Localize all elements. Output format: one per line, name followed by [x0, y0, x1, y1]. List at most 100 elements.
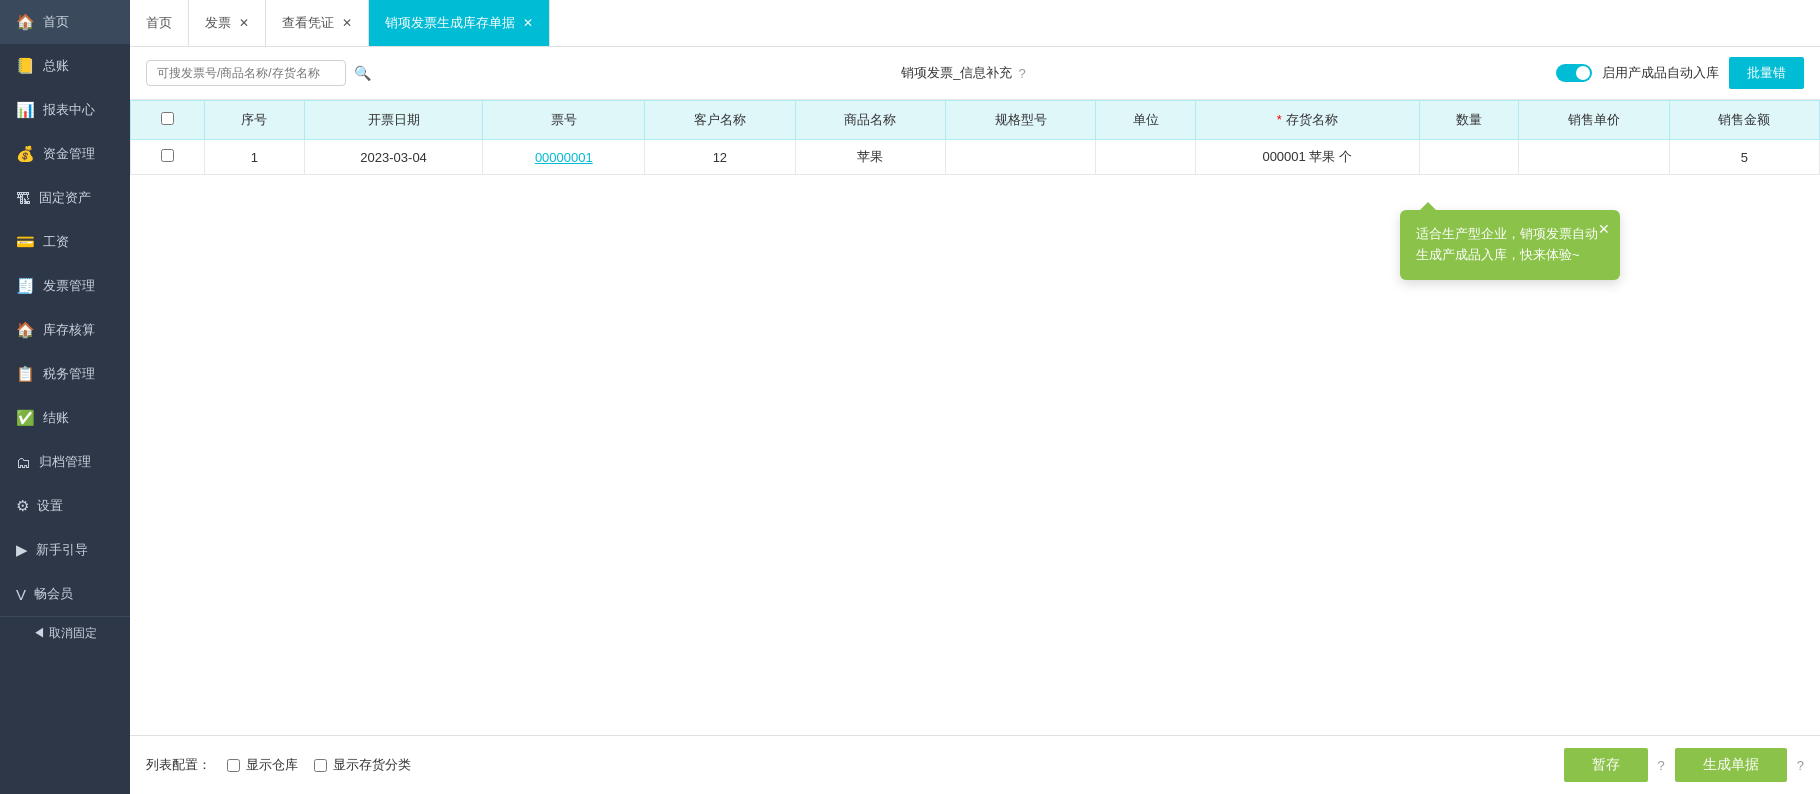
unfix-label: ◀: [33, 626, 45, 640]
sidebar-item-report[interactable]: 📊 报表中心: [0, 88, 130, 132]
row-seq: 1: [205, 140, 305, 175]
sidebar-item-invoice-mgmt[interactable]: 🧾 发票管理: [0, 264, 130, 308]
auto-warehouse-toggle[interactable]: [1556, 64, 1592, 82]
sidebar-item-label: 报表中心: [43, 101, 95, 119]
col-unit: 单位: [1096, 101, 1196, 140]
col-checkbox: [131, 101, 205, 140]
sidebar-item-settings[interactable]: ⚙ 设置: [0, 484, 130, 528]
show-warehouse-checkbox[interactable]: [227, 759, 240, 772]
filter-left: 🔍: [146, 60, 371, 86]
select-all-checkbox[interactable]: [161, 112, 174, 125]
col-spec: 规格型号: [945, 101, 1095, 140]
info-icon[interactable]: ?: [1019, 66, 1026, 81]
sidebar-item-label: 首页: [43, 13, 69, 31]
sidebar-item-inventory[interactable]: 🏠 库存核算: [0, 308, 130, 352]
col-customer: 客户名称: [645, 101, 795, 140]
sidebar-item-label: 总账: [43, 57, 69, 75]
fixed-assets-icon: 🏗: [16, 190, 31, 207]
filter-center-label: 销项发票_信息补充: [901, 64, 1012, 82]
search-input[interactable]: [146, 60, 346, 86]
sidebar-item-fund[interactable]: 💰 资金管理: [0, 132, 130, 176]
tab-voucher[interactable]: 查看凭证 ✕: [266, 0, 369, 46]
fund-icon: 💰: [16, 145, 35, 163]
tab-active[interactable]: 销项发票生成库存单据 ✕: [369, 0, 550, 46]
tab-invoice[interactable]: 发票 ✕: [189, 0, 266, 46]
content-area: 🔍 销项发票_信息补充 ? 启用产成品自动入库 批量错 ✕ 适合生产型企业，销项…: [130, 47, 1820, 794]
show-category-checkbox[interactable]: [314, 759, 327, 772]
filter-center: 销项发票_信息补充 ?: [901, 64, 1025, 82]
sidebar: 🏠 首页 📒 总账 📊 报表中心 💰 资金管理 🏗 固定资产 💳 工资 🧾 发票…: [0, 0, 130, 794]
tab-voucher-label: 查看凭证: [282, 14, 334, 32]
sidebar-item-label: 税务管理: [43, 365, 95, 383]
archive-icon: 🗂: [16, 454, 31, 471]
show-warehouse-label: 显示仓库: [246, 756, 298, 774]
sidebar-item-settlement[interactable]: ✅ 结账: [0, 396, 130, 440]
footer: 列表配置： 显示仓库 显示存货分类 暂存 ? 生成单据 ?: [130, 735, 1820, 794]
row-date: 2023-03-04: [304, 140, 483, 175]
sidebar-item-label: 新手引导: [36, 541, 88, 559]
tab-invoice-label: 发票: [205, 14, 231, 32]
sidebar-item-label: 畅会员: [34, 585, 73, 603]
col-seq: 序号: [205, 101, 305, 140]
row-price: [1519, 140, 1669, 175]
tooltip-close-icon[interactable]: ✕: [1598, 218, 1610, 240]
close-invoice-icon[interactable]: ✕: [239, 16, 249, 30]
sidebar-item-label: 固定资产: [39, 189, 91, 207]
sidebar-item-guide[interactable]: ▶ 新手引导: [0, 528, 130, 572]
unfix-bar[interactable]: ◀ 取消固定: [0, 616, 130, 650]
tooltip-popup: ✕ 适合生产型企业，销项发票自动生成产成品入库，快来体验~: [1400, 210, 1620, 280]
tooltip-text: 适合生产型企业，销项发票自动生成产成品入库，快来体验~: [1416, 226, 1598, 262]
data-table: 序号 开票日期 票号 客户名称 商品名称 规格型号 单位 * 存货名称 数量 销…: [130, 100, 1820, 175]
sidebar-item-ledger[interactable]: 📒 总账: [0, 44, 130, 88]
settings-icon: ⚙: [16, 497, 29, 515]
sidebar-item-label: 发票管理: [43, 277, 95, 295]
search-icon[interactable]: 🔍: [354, 65, 371, 81]
tax-icon: 📋: [16, 365, 35, 383]
tab-active-label: 销项发票生成库存单据: [385, 14, 515, 32]
sidebar-item-label: 工资: [43, 233, 69, 251]
sidebar-item-archive[interactable]: 🗂 归档管理: [0, 440, 130, 484]
sidebar-item-tax[interactable]: 📋 税务管理: [0, 352, 130, 396]
row-number: 00000001: [483, 140, 645, 175]
home-icon: 🏠: [16, 13, 35, 31]
sidebar-item-label: 设置: [37, 497, 63, 515]
ticket-number-link[interactable]: 00000001: [535, 150, 593, 165]
close-active-icon[interactable]: ✕: [523, 16, 533, 30]
filter-right: 启用产成品自动入库 批量错: [1556, 57, 1804, 89]
col-quantity: 数量: [1419, 101, 1519, 140]
save-button[interactable]: 暂存: [1564, 748, 1648, 782]
generate-button[interactable]: 生成单据: [1675, 748, 1787, 782]
sidebar-item-label: 归档管理: [39, 453, 91, 471]
row-checkbox[interactable]: [161, 149, 174, 162]
row-spec: [945, 140, 1095, 175]
tab-home[interactable]: 首页: [130, 0, 189, 46]
close-voucher-icon[interactable]: ✕: [342, 16, 352, 30]
generate-help-icon[interactable]: ?: [1797, 758, 1804, 773]
sidebar-item-label: 资金管理: [43, 145, 95, 163]
show-warehouse-group: 显示仓库: [227, 756, 298, 774]
main-area: 首页 发票 ✕ 查看凭证 ✕ 销项发票生成库存单据 ✕ 🔍 销项发票_信息补充 …: [130, 0, 1820, 794]
inventory-icon: 🏠: [16, 321, 35, 339]
col-date: 开票日期: [304, 101, 483, 140]
vip-icon: V: [16, 586, 26, 603]
sidebar-item-salary[interactable]: 💳 工资: [0, 220, 130, 264]
sidebar-item-fixed-assets[interactable]: 🏗 固定资产: [0, 176, 130, 220]
batch-button[interactable]: 批量错: [1729, 57, 1804, 89]
settlement-icon: ✅: [16, 409, 35, 427]
sidebar-item-vip[interactable]: V 畅会员: [0, 572, 130, 616]
save-help-icon[interactable]: ?: [1658, 758, 1665, 773]
sidebar-item-label: 库存核算: [43, 321, 95, 339]
row-product: 苹果: [795, 140, 945, 175]
col-number: 票号: [483, 101, 645, 140]
col-amount: 销售金额: [1669, 101, 1819, 140]
report-icon: 📊: [16, 101, 35, 119]
row-amount: 5: [1669, 140, 1819, 175]
col-product: 商品名称: [795, 101, 945, 140]
sidebar-item-home[interactable]: 🏠 首页: [0, 0, 130, 44]
table-row: 1 2023-03-04 00000001 12 苹果 000001 苹果 个 …: [131, 140, 1820, 175]
toggle-label: 启用产成品自动入库: [1602, 64, 1719, 82]
row-customer: 12: [645, 140, 795, 175]
row-unit: [1096, 140, 1196, 175]
unfix-text: 取消固定: [49, 626, 97, 640]
invoice-mgmt-icon: 🧾: [16, 277, 35, 295]
